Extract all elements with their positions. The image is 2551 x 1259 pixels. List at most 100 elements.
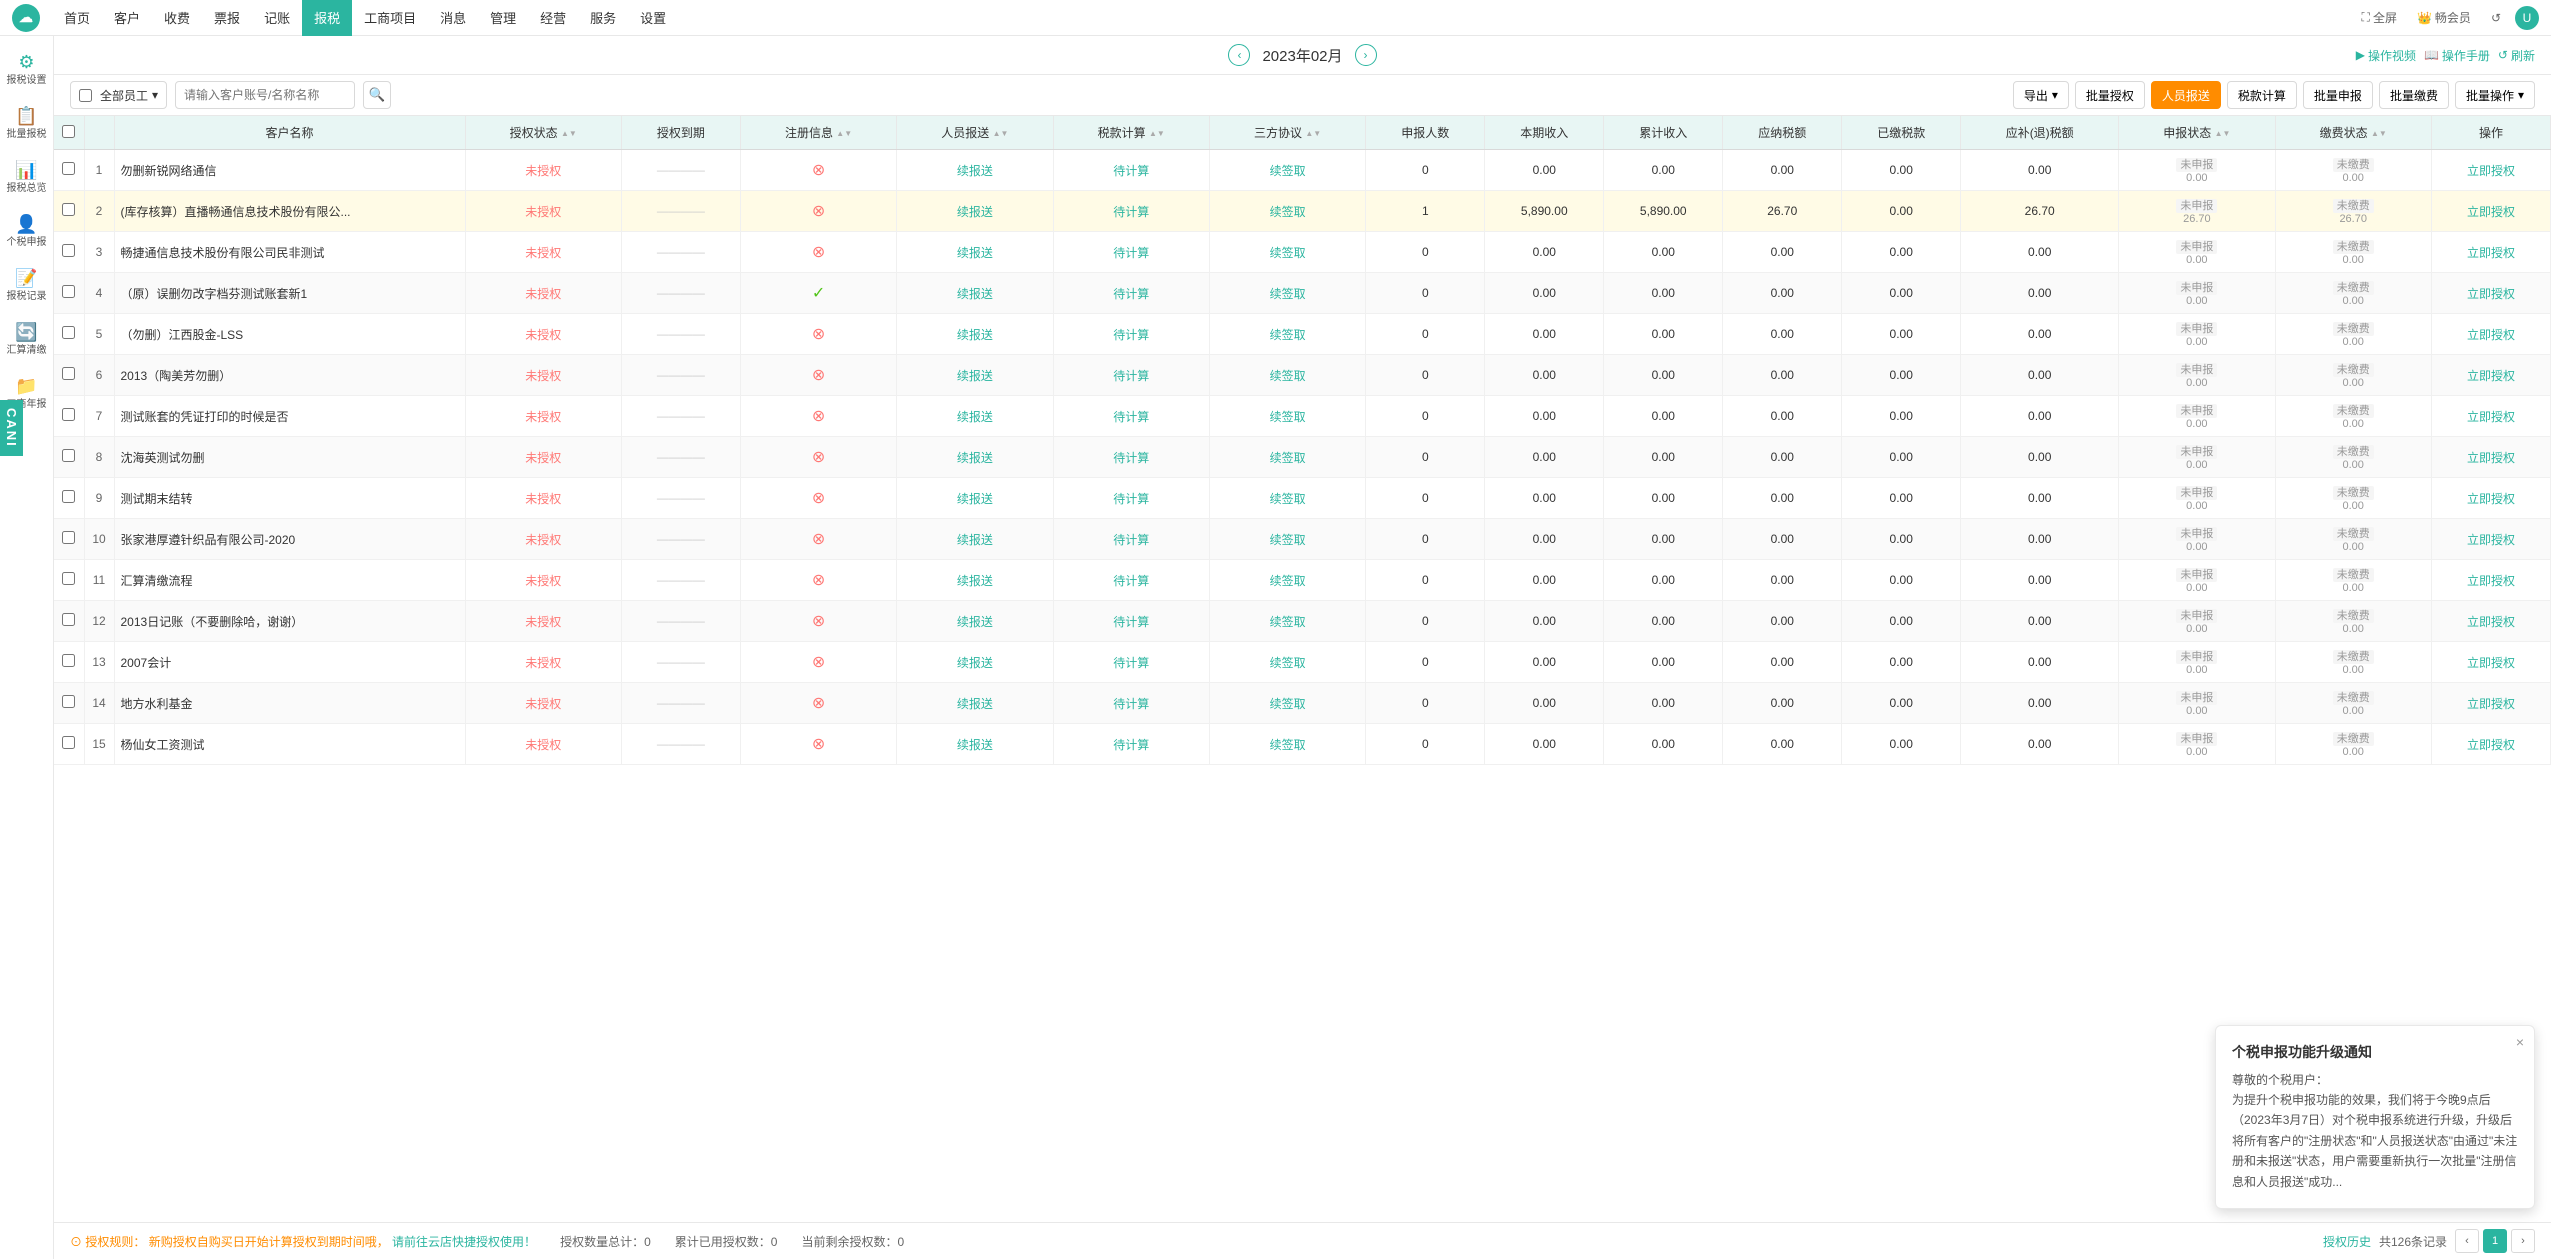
action-link[interactable]: 立即授权 <box>2467 697 2515 711</box>
action-link[interactable]: 立即授权 <box>2467 369 2515 383</box>
sidebar-item-汇算清缴[interactable]: 🔄汇算清缴 <box>2 314 52 364</box>
row-checkbox[interactable] <box>62 531 75 544</box>
row-checkbox[interactable] <box>62 572 75 585</box>
action-link[interactable]: 立即授权 <box>2467 738 2515 752</box>
triparty-link[interactable]: 续签取 <box>1270 615 1306 629</box>
triparty-link[interactable]: 续签取 <box>1270 246 1306 260</box>
triparty-link[interactable]: 续签取 <box>1270 369 1306 383</box>
nav-item-工商项目[interactable]: 工商项目 <box>352 0 428 36</box>
triparty-link[interactable]: 续签取 <box>1270 738 1306 752</box>
tax-calc-link[interactable]: 待计算 <box>1113 287 1149 301</box>
tax-calc-link[interactable]: 待计算 <box>1113 246 1149 260</box>
row-checkbox[interactable] <box>62 162 75 175</box>
personnel-report-link[interactable]: 续报送 <box>957 410 993 424</box>
personnel-report-link[interactable]: 续报送 <box>957 451 993 465</box>
batch-report-button[interactable]: 批量申报 <box>2303 81 2373 109</box>
action-link[interactable]: 立即授权 <box>2467 246 2515 260</box>
refresh-button[interactable]: ↺ <box>2485 9 2507 27</box>
nav-item-经营[interactable]: 经营 <box>528 0 578 36</box>
page-1-button[interactable]: 1 <box>2483 1229 2507 1253</box>
triparty-link[interactable]: 续签取 <box>1270 574 1306 588</box>
triparty-link[interactable]: 续签取 <box>1270 164 1306 178</box>
row-checkbox[interactable] <box>62 285 75 298</box>
sidebar-item-批量报税[interactable]: 📋批量报税 <box>2 98 52 148</box>
row-checkbox[interactable] <box>62 654 75 667</box>
tax-calc-link[interactable]: 待计算 <box>1113 492 1149 506</box>
tax-calc-link[interactable]: 待计算 <box>1113 451 1149 465</box>
row-checkbox[interactable] <box>62 203 75 216</box>
action-link[interactable]: 立即授权 <box>2467 451 2515 465</box>
operation-video-link[interactable]: ▶ 操作视频 <box>2356 47 2416 64</box>
personnel-report-link[interactable]: 续报送 <box>957 656 993 670</box>
tax-calc-link[interactable]: 待计算 <box>1113 328 1149 342</box>
action-link[interactable]: 立即授权 <box>2467 492 2515 506</box>
action-link[interactable]: 立即授权 <box>2467 164 2515 178</box>
nav-item-首页[interactable]: 首页 <box>52 0 102 36</box>
row-checkbox[interactable] <box>62 449 75 462</box>
row-checkbox[interactable] <box>62 326 75 339</box>
nav-item-记账[interactable]: 记账 <box>252 0 302 36</box>
action-link[interactable]: 立即授权 <box>2467 533 2515 547</box>
nav-item-报税[interactable]: 报税 <box>302 0 352 36</box>
personnel-report-link[interactable]: 续报送 <box>957 328 993 342</box>
row-checkbox[interactable] <box>62 695 75 708</box>
batch-pay-button[interactable]: 批量缴费 <box>2379 81 2449 109</box>
personnel-report-button[interactable]: 人员报送 <box>2151 81 2221 109</box>
batch-auth-button[interactable]: 批量授权 <box>2075 81 2145 109</box>
row-checkbox[interactable] <box>62 613 75 626</box>
batch-ops-button[interactable]: 批量操作 ▾ <box>2455 81 2535 109</box>
nav-item-消息[interactable]: 消息 <box>428 0 478 36</box>
tax-calc-link[interactable]: 待计算 <box>1113 656 1149 670</box>
personnel-report-link[interactable]: 续报送 <box>957 697 993 711</box>
sidebar-item-个税申报[interactable]: 👤个税申报 <box>2 206 52 256</box>
triparty-link[interactable]: 续签取 <box>1270 697 1306 711</box>
triparty-link[interactable]: 续签取 <box>1270 410 1306 424</box>
operation-manual-link[interactable]: 📖 操作手册 <box>2424 47 2490 64</box>
fullscreen-button[interactable]: ⛶ 全屏 <box>2356 7 2403 28</box>
tax-calc-link[interactable]: 待计算 <box>1113 574 1149 588</box>
auth-history-link[interactable]: 授权历史 <box>2323 1233 2371 1250</box>
prev-month-button[interactable]: ‹ <box>1228 44 1250 66</box>
sidebar-item-报税设置[interactable]: ⚙报税设置 <box>2 44 52 94</box>
triparty-link[interactable]: 续签取 <box>1270 205 1306 219</box>
personnel-report-link[interactable]: 续报送 <box>957 205 993 219</box>
member-button[interactable]: 👑 畅会员 <box>2411 7 2477 28</box>
personnel-report-link[interactable]: 续报送 <box>957 164 993 178</box>
sidebar-item-报税总览[interactable]: 📊报税总览 <box>2 152 52 202</box>
personnel-report-link[interactable]: 续报送 <box>957 246 993 260</box>
tax-calc-link[interactable]: 待计算 <box>1113 410 1149 424</box>
action-link[interactable]: 立即授权 <box>2467 287 2515 301</box>
notification-close-button[interactable]: × <box>2516 1034 2524 1050</box>
row-checkbox[interactable] <box>62 736 75 749</box>
tax-calc-link[interactable]: 待计算 <box>1113 697 1149 711</box>
action-link[interactable]: 立即授权 <box>2467 656 2515 670</box>
action-link[interactable]: 立即授权 <box>2467 410 2515 424</box>
triparty-link[interactable]: 续签取 <box>1270 492 1306 506</box>
sidebar-item-报税记录[interactable]: 📝报税记录 <box>2 260 52 310</box>
header-select-all[interactable] <box>62 125 75 138</box>
personnel-report-link[interactable]: 续报送 <box>957 492 993 506</box>
user-avatar[interactable]: U <box>2515 6 2539 30</box>
employee-select[interactable]: 全部员工 ▾ <box>70 81 167 109</box>
action-link[interactable]: 立即授权 <box>2467 205 2515 219</box>
next-month-button[interactable]: › <box>1355 44 1377 66</box>
next-page-button[interactable]: › <box>2511 1229 2535 1253</box>
personnel-report-link[interactable]: 续报送 <box>957 287 993 301</box>
triparty-link[interactable]: 续签取 <box>1270 656 1306 670</box>
personnel-report-link[interactable]: 续报送 <box>957 369 993 383</box>
action-link[interactable]: 立即授权 <box>2467 574 2515 588</box>
nav-item-收费[interactable]: 收费 <box>152 0 202 36</box>
nav-item-票报[interactable]: 票报 <box>202 0 252 36</box>
tax-calc-link[interactable]: 待计算 <box>1113 205 1149 219</box>
row-checkbox[interactable] <box>62 490 75 503</box>
prev-page-button[interactable]: ‹ <box>2455 1229 2479 1253</box>
select-all-checkbox[interactable] <box>79 89 92 102</box>
warning-link[interactable]: 请前往云店快捷授权使用！ <box>392 1235 536 1249</box>
nav-item-客户[interactable]: 客户 <box>102 0 152 36</box>
personnel-report-link[interactable]: 续报送 <box>957 533 993 547</box>
tax-calc-button[interactable]: 税款计算 <box>2227 81 2297 109</box>
tax-calc-link[interactable]: 待计算 <box>1113 369 1149 383</box>
nav-item-设置[interactable]: 设置 <box>628 0 678 36</box>
triparty-link[interactable]: 续签取 <box>1270 328 1306 342</box>
tax-calc-link[interactable]: 待计算 <box>1113 615 1149 629</box>
